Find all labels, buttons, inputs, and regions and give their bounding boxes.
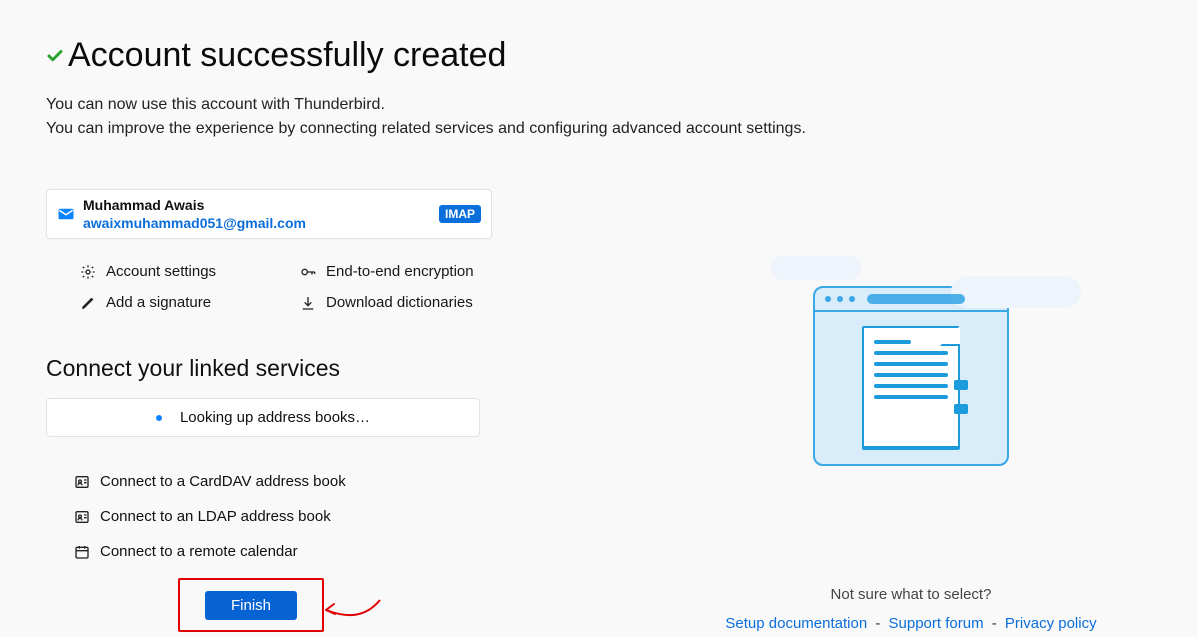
protocol-badge: IMAP — [439, 205, 481, 223]
dictionaries-label: Download dictionaries — [326, 294, 473, 311]
linked-services-heading: Connect your linked services — [46, 355, 606, 382]
calendar-label: Connect to a remote calendar — [100, 543, 298, 560]
gear-icon — [80, 264, 96, 280]
lookup-text: Looking up address books… — [180, 409, 370, 426]
support-forum-link[interactable]: Support forum — [889, 615, 984, 632]
account-name: Muhammad Awais — [83, 196, 439, 214]
account-settings-label: Account settings — [106, 263, 216, 280]
spinner-icon — [156, 415, 162, 421]
page-title: Account successfully created — [68, 36, 506, 75]
calendar-icon — [74, 544, 90, 560]
account-settings-option[interactable]: Account settings — [80, 263, 280, 280]
mail-icon — [57, 205, 75, 223]
signature-option[interactable]: Add a signature — [80, 294, 280, 311]
ldap-link[interactable]: Connect to an LDAP address book — [74, 508, 606, 525]
privacy-policy-link[interactable]: Privacy policy — [1005, 615, 1097, 632]
setup-doc-link[interactable]: Setup documentation — [725, 615, 867, 632]
signature-label: Add a signature — [106, 294, 211, 311]
download-icon — [300, 295, 316, 311]
carddav-link[interactable]: Connect to a CardDAV address book — [74, 473, 606, 490]
check-icon — [46, 47, 64, 65]
intro-line-1: You can now use this account with Thunde… — [46, 93, 1152, 117]
encryption-option[interactable]: End-to-end encryption — [300, 263, 606, 280]
account-email[interactable]: awaixmuhammad051@gmail.com — [83, 214, 439, 232]
lookup-status: Looking up address books… — [46, 398, 480, 437]
carddav-label: Connect to a CardDAV address book — [100, 473, 346, 490]
account-card: Muhammad Awais awaixmuhammad051@gmail.co… — [46, 189, 492, 239]
ldap-label: Connect to an LDAP address book — [100, 508, 331, 525]
ldap-icon — [74, 509, 90, 525]
illustration — [741, 246, 1081, 506]
finish-button[interactable]: Finish — [205, 591, 297, 620]
arrow-annotation — [322, 598, 382, 622]
help-question: Not sure what to select? — [831, 586, 992, 603]
separator: - — [875, 615, 880, 632]
carddav-icon — [74, 474, 90, 490]
separator: - — [992, 615, 997, 632]
encryption-label: End-to-end encryption — [326, 263, 474, 280]
intro-line-2: You can improve the experience by connec… — [46, 117, 1152, 141]
dictionaries-option[interactable]: Download dictionaries — [300, 294, 606, 311]
calendar-link[interactable]: Connect to a remote calendar — [74, 543, 606, 560]
pencil-icon — [80, 295, 96, 311]
key-icon — [300, 264, 316, 280]
